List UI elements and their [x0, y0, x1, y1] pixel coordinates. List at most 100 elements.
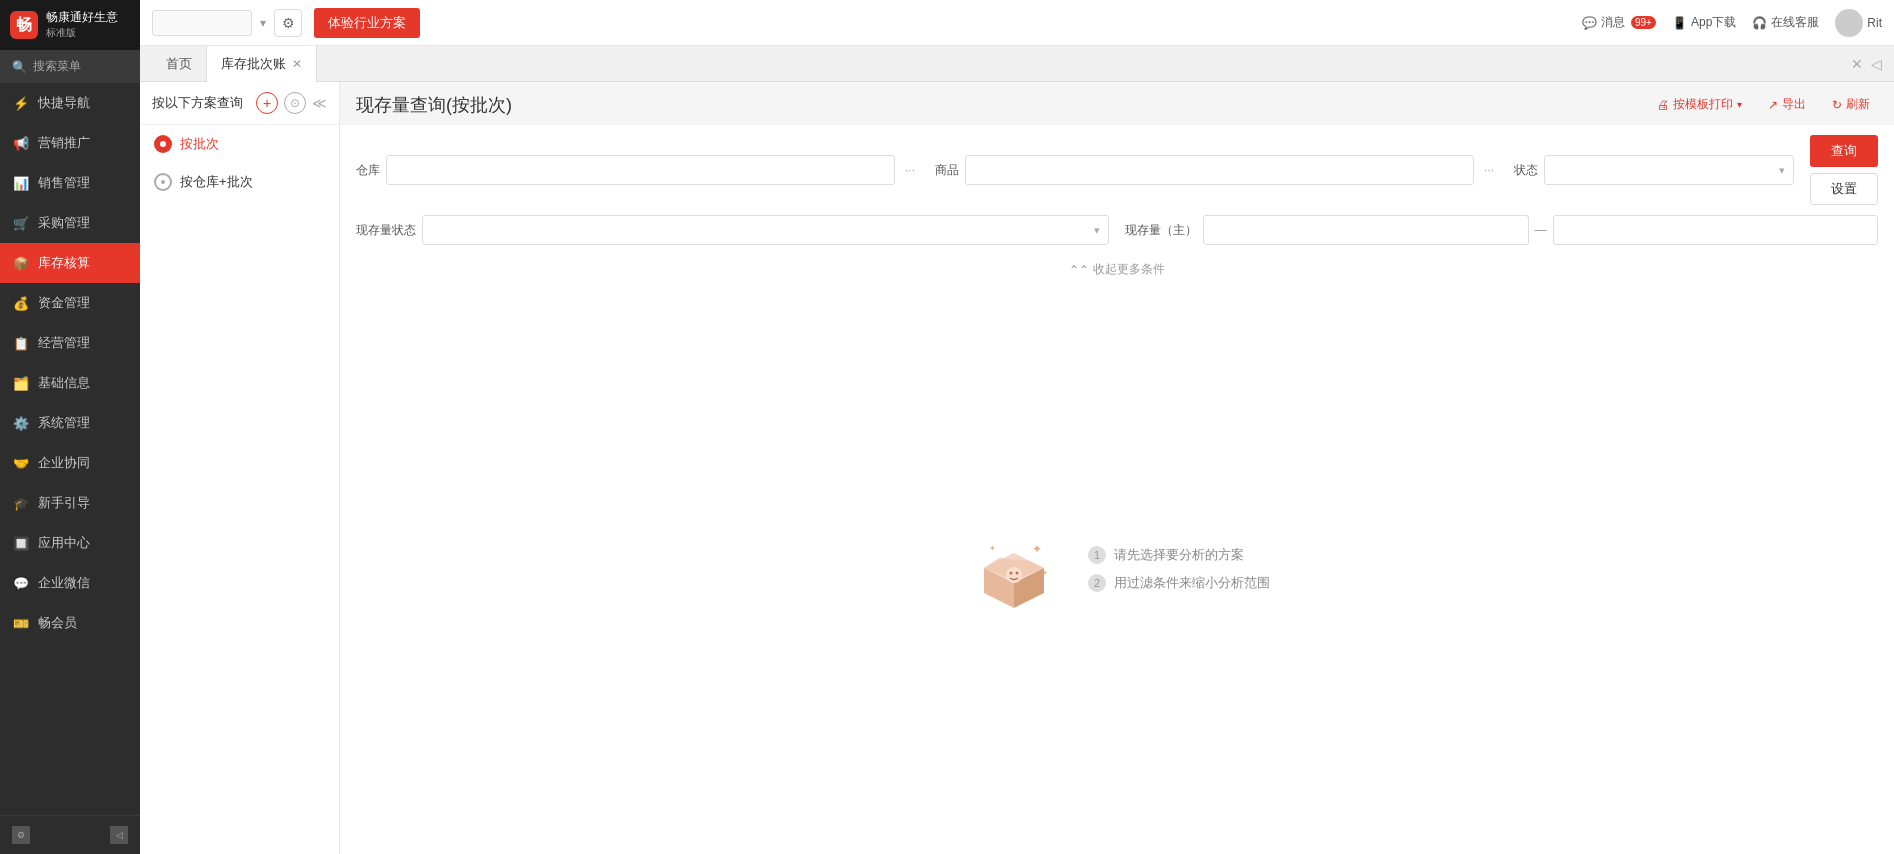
- refresh-label: 刷新: [1846, 96, 1870, 113]
- filter-row-1: 仓库 ··· 商品 ··· 状态 ▾: [356, 135, 1878, 205]
- sidebar-item-apps-label: 应用中心: [38, 534, 90, 552]
- user-area[interactable]: Rit: [1835, 9, 1882, 37]
- refresh-icon: ↻: [1832, 98, 1842, 112]
- sidebar-item-finance-label: 资金管理: [38, 294, 90, 312]
- plan-batch-label: 按批次: [180, 135, 219, 153]
- collapse-filters-btn[interactable]: ⌃⌃ 收起更多条件: [356, 255, 1878, 284]
- tip-text-2: 用过滤条件来缩小分析范围: [1114, 574, 1270, 592]
- svg-text:✦: ✦: [989, 544, 996, 553]
- filter-area: 仓库 ··· 商品 ··· 状态 ▾: [340, 125, 1894, 284]
- page-header: 现存量查询(按批次) 🖨 按模板打印 ▾ ↗ 导出 ↻ 刷新: [340, 82, 1894, 125]
- left-panel-header: 按以下方案查询 + ⊙ ≪: [140, 82, 339, 125]
- finance-icon: 💰: [12, 294, 30, 312]
- sidebar-header: 畅 畅康通好生意 标准版: [0, 0, 140, 50]
- message-icon: 💬: [1582, 16, 1597, 30]
- sidebar-item-sales[interactable]: 📊 销售管理: [0, 163, 140, 203]
- sidebar-item-purchase[interactable]: 🛒 采购管理: [0, 203, 140, 243]
- tab-inventory-batch[interactable]: 库存批次账 ✕: [207, 46, 317, 82]
- sidebar-item-operations[interactable]: 📋 经营管理: [0, 323, 140, 363]
- add-plan-btn[interactable]: +: [256, 92, 278, 114]
- warehouse-more-btn[interactable]: ···: [901, 163, 919, 177]
- set-btn[interactable]: 设置: [1810, 173, 1878, 205]
- marketing-icon: 📢: [12, 134, 30, 152]
- search-icon: 🔍: [12, 60, 27, 74]
- search-menu-item[interactable]: 🔍 搜索菜单: [0, 50, 140, 83]
- svg-point-8: [1016, 571, 1019, 574]
- topbar-dropdown-arrow[interactable]: ▾: [260, 16, 266, 30]
- tip-item-2: 2 用过滤条件来缩小分析范围: [1088, 574, 1270, 592]
- sidebar-item-apps[interactable]: 🔲 应用中心: [0, 523, 140, 563]
- content-area: 按以下方案查询 + ⊙ ≪ 按批次 按仓库+批次: [140, 82, 1894, 854]
- sales-icon: 📊: [12, 174, 30, 192]
- goods-more-btn[interactable]: ···: [1480, 163, 1498, 177]
- empty-illustration: ✦ ✦ ✦: [964, 513, 1064, 626]
- expand-btn[interactable]: ◁: [1871, 56, 1882, 72]
- inventory-status-select[interactable]: ▾: [422, 215, 1109, 245]
- inventory-qty-max-input[interactable]: [1553, 215, 1879, 245]
- tip-num-2: 2: [1088, 574, 1106, 592]
- navigate-icon: ⚡: [12, 94, 30, 112]
- settings-icon-btn[interactable]: ⚙: [12, 826, 30, 844]
- sidebar-item-finance[interactable]: 💰 资金管理: [0, 283, 140, 323]
- refresh-btn[interactable]: ↻ 刷新: [1824, 92, 1878, 117]
- app-logo: 畅: [10, 11, 38, 39]
- page-title: 现存量查询(按批次): [356, 93, 512, 117]
- experience-btn[interactable]: 体验行业方案: [314, 8, 420, 38]
- tip-item-1: 1 请先选择要分析的方案: [1088, 546, 1270, 564]
- apps-icon: 🔲: [12, 534, 30, 552]
- close-panel-btn[interactable]: ✕: [1851, 56, 1863, 72]
- tab-home[interactable]: 首页: [152, 46, 207, 82]
- status-filter-field: 状态 ▾: [1514, 155, 1794, 185]
- tab-close-btn[interactable]: ✕: [292, 57, 302, 71]
- filter-row-2: 现存量状态 ▾ 现存量（主） —: [356, 215, 1878, 245]
- sidebar-item-marketing[interactable]: 📢 营销推广: [0, 123, 140, 163]
- sidebar-item-member[interactable]: 🎫 畅会员: [0, 603, 140, 643]
- plan-settings-btn[interactable]: ⊙: [284, 92, 306, 114]
- plan-item-batch[interactable]: 按批次: [140, 125, 339, 163]
- collapse-sidebar-btn[interactable]: ◁: [110, 826, 128, 844]
- sidebar-item-inventory-label: 库存核算: [38, 254, 90, 272]
- sidebar-item-purchase-label: 采购管理: [38, 214, 90, 232]
- tab-home-label: 首页: [166, 55, 192, 73]
- left-filter-panel: 按以下方案查询 + ⊙ ≪ 按批次 按仓库+批次: [140, 82, 340, 854]
- topbar-right: 💬 消息 99+ 📱 App下载 🎧 在线客服 Rit: [1582, 9, 1882, 37]
- svg-point-1: [161, 180, 165, 184]
- sidebar-item-system-label: 系统管理: [38, 414, 90, 432]
- sidebar-item-navigate[interactable]: ⚡ 快捷导航: [0, 83, 140, 123]
- status-select[interactable]: ▾: [1544, 155, 1794, 185]
- goods-input[interactable]: [965, 155, 1474, 185]
- sidebar-item-basic[interactable]: 🗂️ 基础信息: [0, 363, 140, 403]
- app-title: 畅康通好生意: [46, 10, 118, 26]
- print-dropdown-icon[interactable]: ▾: [1737, 99, 1742, 110]
- sidebar-item-inventory[interactable]: 📦 库存核算: [0, 243, 140, 283]
- plan-inactive-dot: [154, 173, 172, 191]
- svg-point-7: [1010, 571, 1013, 574]
- tabs-bar: 首页 库存批次账 ✕ ✕ ◁: [140, 46, 1894, 82]
- warehouse-input[interactable]: [386, 155, 895, 185]
- guide-icon: 🎓: [12, 494, 30, 512]
- sidebar-item-enterprise[interactable]: 🤝 企业协同: [0, 443, 140, 483]
- main-area: ▾ ⚙ 体验行业方案 💬 消息 99+ 📱 App下载 🎧 在线客服 Rit: [140, 0, 1894, 854]
- query-btn[interactable]: 查询: [1810, 135, 1878, 167]
- export-icon: ↗: [1768, 98, 1778, 112]
- basic-icon: 🗂️: [12, 374, 30, 392]
- sidebar-item-system[interactable]: ⚙️ 系统管理: [0, 403, 140, 443]
- topbar-search-input[interactable]: [152, 10, 252, 36]
- export-btn[interactable]: ↗ 导出: [1760, 92, 1814, 117]
- headset-icon: 🎧: [1752, 16, 1767, 30]
- wechat-icon: 💬: [12, 574, 30, 592]
- sidebar-item-guide[interactable]: 🎓 新手引导: [0, 483, 140, 523]
- inventory-qty-min-input[interactable]: [1203, 215, 1529, 245]
- app-download-btn[interactable]: 📱 App下载: [1672, 14, 1736, 31]
- print-btn[interactable]: 🖨 按模板打印 ▾: [1649, 92, 1750, 117]
- sidebar-item-wechat[interactable]: 💬 企业微信: [0, 563, 140, 603]
- empty-tips: 1 请先选择要分析的方案 2 用过滤条件来缩小分析范围: [1088, 546, 1270, 592]
- goods-filter-field: 商品 ···: [935, 155, 1498, 185]
- tip-text-1: 请先选择要分析的方案: [1114, 546, 1244, 564]
- collapse-left-panel-btn[interactable]: ≪: [312, 95, 327, 111]
- plan-item-warehouse-batch[interactable]: 按仓库+批次: [140, 163, 339, 201]
- online-service-btn[interactable]: 🎧 在线客服: [1752, 14, 1819, 31]
- topbar-gear-btn[interactable]: ⚙: [274, 9, 302, 37]
- member-icon: 🎫: [12, 614, 30, 632]
- message-btn[interactable]: 💬 消息 99+: [1582, 14, 1656, 31]
